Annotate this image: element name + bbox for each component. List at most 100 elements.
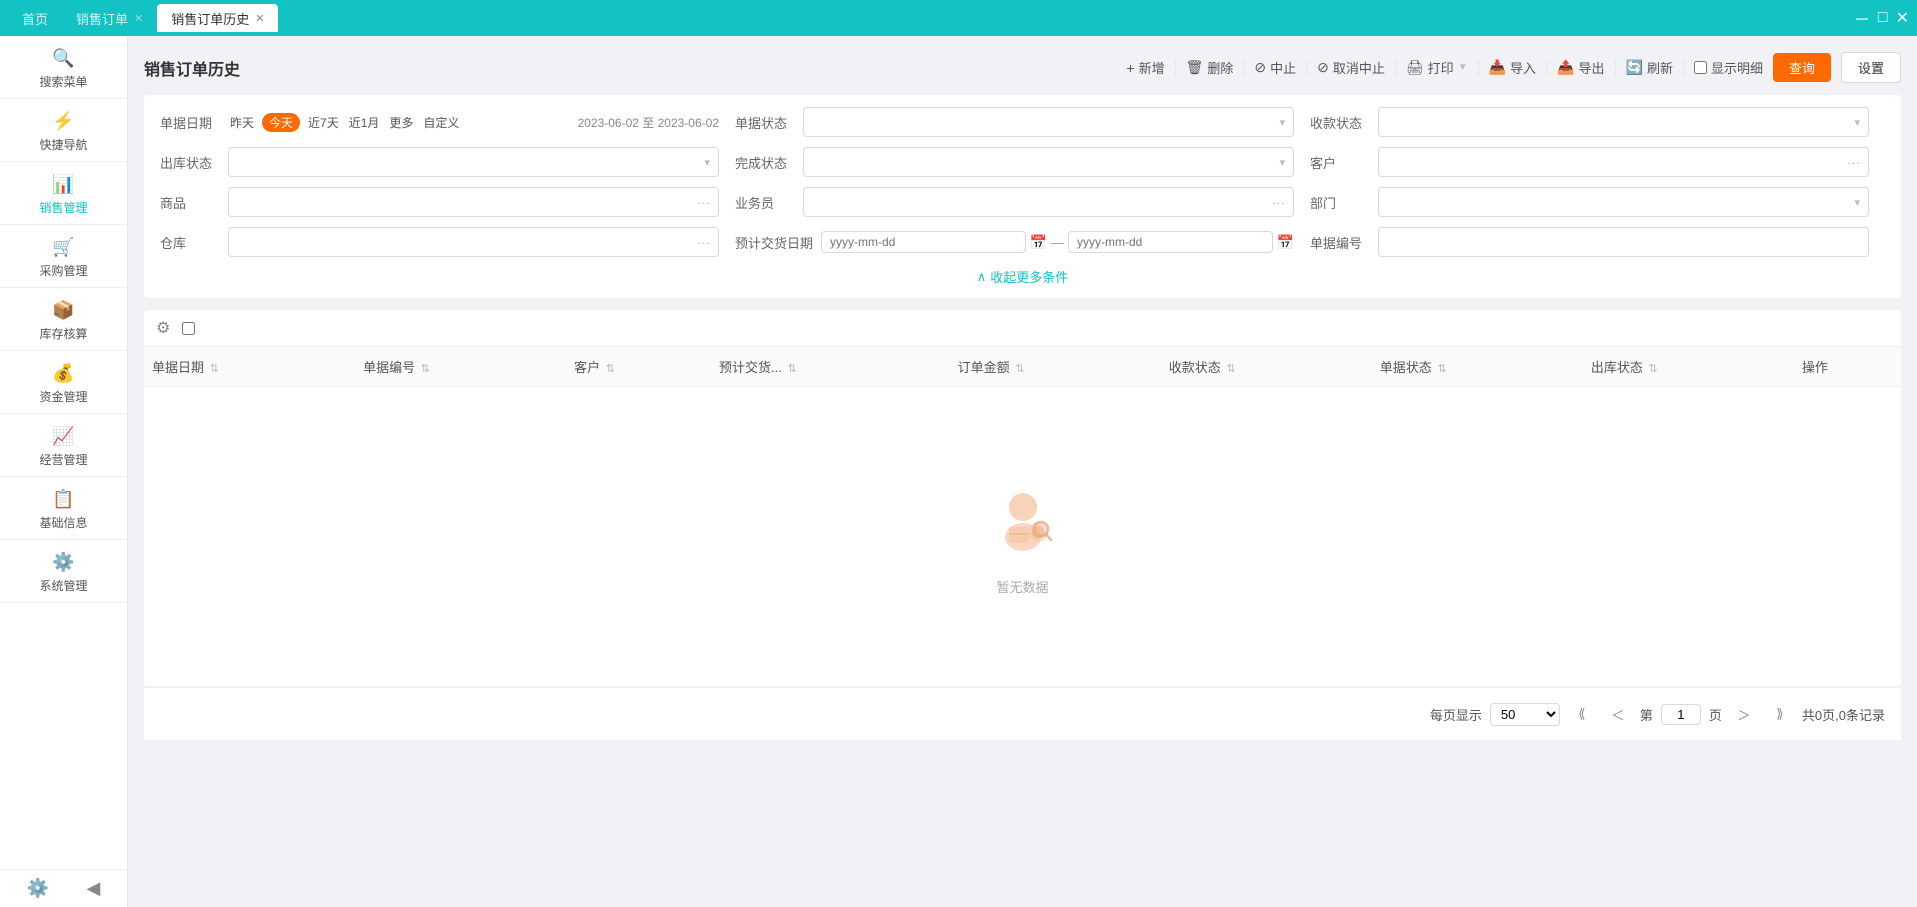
btn-import[interactable]: 📥 导入 <box>1489 58 1536 77</box>
sidebar-item-info[interactable]: 📋 基础信息 <box>0 477 127 540</box>
collapse-label: 收起更多条件 <box>990 267 1068 286</box>
divider-7 <box>1615 60 1616 76</box>
filter-row-3: 商品 ··· 业务员 ··· 部门 ▾ <box>160 187 1885 217</box>
divider-5 <box>1478 60 1479 76</box>
next-page-btn[interactable]: ＞ <box>1730 700 1758 728</box>
delivery-status-select[interactable]: ▾ <box>228 147 719 177</box>
col-voucher-no: 单据编号 ⇅ <box>355 347 566 387</box>
sidebar-item-operations[interactable]: 📈 经营管理 <box>0 414 127 477</box>
quick-nav-icon: ⚡ <box>52 111 74 132</box>
settings-button[interactable]: 设置 <box>1841 52 1901 83</box>
date-opt-custom[interactable]: 自定义 <box>421 113 461 132</box>
col-customer-sort[interactable]: ⇅ <box>606 363 615 375</box>
btn-new[interactable]: + 新增 <box>1126 58 1164 77</box>
col-expected-delivery-sort[interactable]: ⇅ <box>787 363 796 375</box>
window-minimize-icon[interactable]: － <box>1854 6 1870 30</box>
first-page-btn[interactable]: ⟪ <box>1568 700 1596 728</box>
col-payment-status: 收款状态 ⇅ <box>1161 347 1372 387</box>
col-order-amount-sort[interactable]: ⇅ <box>1015 363 1024 375</box>
expected-delivery-from[interactable] <box>821 231 1026 253</box>
btn-stop[interactable]: ⊘ 中止 <box>1254 58 1296 77</box>
collapse-row[interactable]: ∧ 收起更多条件 <box>160 267 1885 286</box>
sales-mgmt-icon: 📊 <box>52 174 74 195</box>
total-label: 共0页,0条记录 <box>1802 705 1885 724</box>
window-close-icon[interactable]: ✕ <box>1896 8 1909 28</box>
expected-delivery-to[interactable] <box>1068 231 1273 253</box>
date-opt-yesterday[interactable]: 昨天 <box>228 113 256 132</box>
top-tabbar: 首页 销售订单 ✕ 销售订单历史 ✕ － □ ✕ <box>0 0 1917 36</box>
voucher-no-input[interactable] <box>1378 227 1869 257</box>
product-input[interactable]: ··· <box>228 187 719 217</box>
page-size-select[interactable]: 20 50 100 <box>1490 703 1560 726</box>
sidebar-item-search-menu[interactable]: 🔍 搜索菜单 <box>0 36 127 99</box>
col-order-amount-label: 订单金额 <box>958 360 1010 375</box>
date-opt-1month[interactable]: 近1月 <box>347 113 382 132</box>
sidebar-item-purchase-mgmt[interactable]: 🛒 采购管理 <box>0 225 127 288</box>
col-voucher-date-sort[interactable]: ⇅ <box>210 363 219 375</box>
filter-department: 部门 ▾ <box>1310 187 1885 217</box>
tab-home[interactable]: 首页 <box>8 4 62 32</box>
btn-refresh[interactable]: 🔄 刷新 <box>1626 58 1673 77</box>
col-voucher-status-sort[interactable]: ⇅ <box>1437 363 1446 375</box>
sidebar-item-finance[interactable]: 💰 资金管理 <box>0 351 127 414</box>
btn-cancel-stop[interactable]: ⊘ 取消中止 <box>1317 58 1385 77</box>
page-number-input[interactable] <box>1661 704 1701 725</box>
last-page-btn[interactable]: ⟫ <box>1766 700 1794 728</box>
btn-export[interactable]: 📤 导出 <box>1557 58 1604 77</box>
date-opt-7days[interactable]: 近7天 <box>306 113 341 132</box>
window-maximize-icon[interactable]: □ <box>1878 9 1888 27</box>
sidebar-item-sys-mgmt[interactable]: ⚙️ 系统管理 <box>0 540 127 603</box>
display-cols-input[interactable] <box>1694 61 1707 74</box>
col-voucher-no-sort[interactable]: ⇅ <box>421 363 430 375</box>
query-button[interactable]: 查询 <box>1773 53 1831 82</box>
payment-status-select[interactable]: ▾ <box>1378 107 1869 137</box>
purchase-mgmt-icon: 🛒 <box>52 237 74 258</box>
tab-sales-order-history[interactable]: 销售订单历史 ✕ <box>157 4 278 32</box>
page-header: 销售订单历史 + 新增 🗑 删除 ⊘ 中止 ⊘ <box>144 52 1901 83</box>
print-icon: 🖨 <box>1406 59 1424 76</box>
completion-status-select[interactable]: ▾ <box>803 147 1294 177</box>
warehouse-input[interactable]: ··· <box>228 227 719 257</box>
tab-sales-order[interactable]: 销售订单 ✕ <box>62 4 157 32</box>
prev-page-btn[interactable]: ＜ <box>1604 700 1632 728</box>
calendar-from-icon[interactable]: 📅 <box>1030 234 1047 251</box>
footer-collapse-icon[interactable]: ◀ <box>86 878 100 899</box>
col-expected-delivery-label: 预计交货... <box>719 360 782 375</box>
new-icon: + <box>1126 60 1134 76</box>
sidebar-item-inventory[interactable]: 📦 库存核算 <box>0 288 127 351</box>
col-voucher-date-label: 单据日期 <box>152 360 204 375</box>
col-payment-status-sort[interactable]: ⇅ <box>1226 363 1235 375</box>
voucher-status-select[interactable]: ▾ <box>803 107 1294 137</box>
sidebar-item-search-menu-label: 搜索菜单 <box>39 73 87 90</box>
date-opt-more[interactable]: 更多 <box>387 113 415 132</box>
filter-customer: 客户 ··· <box>1310 147 1885 177</box>
date-opt-today[interactable]: 今天 <box>262 113 300 132</box>
department-select[interactable]: ▾ <box>1378 187 1869 217</box>
filter-salesperson: 业务员 ··· <box>735 187 1310 217</box>
filter-voucher-no: 单据编号 <box>1310 227 1885 257</box>
tab-sales-order-history-close[interactable]: ✕ <box>255 12 264 25</box>
btn-print[interactable]: 🖨 打印 ▼ <box>1406 58 1468 77</box>
sidebar-item-quick-nav[interactable]: ⚡ 快捷导航 <box>0 99 127 162</box>
tab-sales-order-close[interactable]: ✕ <box>134 12 143 25</box>
completion-status-arrow: ▾ <box>1279 156 1285 169</box>
filter-completion-status: 完成状态 ▾ <box>735 147 1310 177</box>
calendar-to-icon[interactable]: 📅 <box>1277 234 1294 251</box>
col-delivery-status-sort[interactable]: ⇅ <box>1648 363 1657 375</box>
warehouse-ellipsis: ··· <box>697 235 710 250</box>
col-actions: 操作 <box>1794 347 1901 387</box>
select-all-checkbox[interactable] <box>182 322 195 335</box>
filter-voucher-status: 单据状态 ▾ <box>735 107 1310 137</box>
main-layout: 🔍 搜索菜单 ⚡ 快捷导航 📊 销售管理 🛒 采购管理 📦 库存核算 💰 资金管… <box>0 36 1917 907</box>
filter-panel: 单据日期 昨天 今天 近7天 近1月 更多 自定义 2023-06-02 至 2… <box>144 95 1901 298</box>
btn-delete[interactable]: 🗑 删除 <box>1186 58 1234 77</box>
col-order-amount: 订单金额 ⇅ <box>950 347 1161 387</box>
sidebar-item-sales-mgmt[interactable]: 📊 销售管理 <box>0 162 127 225</box>
customer-input[interactable]: ··· <box>1378 147 1869 177</box>
completion-status-label: 完成状态 <box>735 153 795 172</box>
footer-settings-icon[interactable]: ⚙️ <box>27 878 49 899</box>
sys-mgmt-icon: ⚙️ <box>52 552 74 573</box>
table-settings-icon[interactable]: ⚙ <box>156 318 170 338</box>
display-cols-checkbox[interactable]: 显示明细 <box>1694 58 1763 77</box>
salesperson-input[interactable]: ··· <box>803 187 1294 217</box>
